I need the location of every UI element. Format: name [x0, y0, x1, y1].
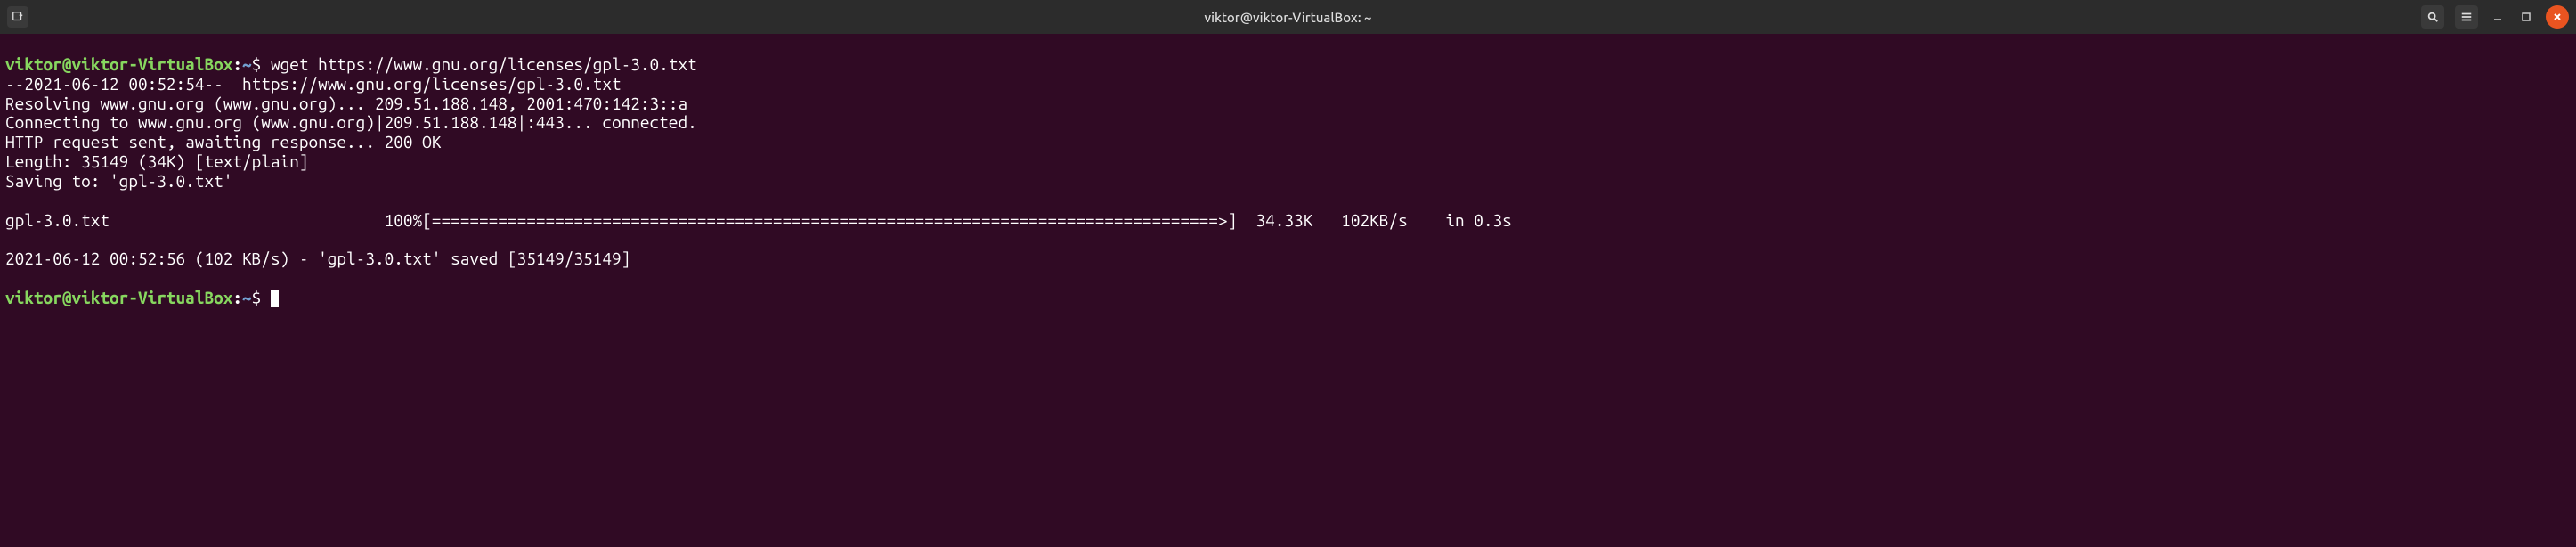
prompt-colon: :	[232, 288, 242, 307]
progress-time: in 0.3s	[1445, 210, 1511, 230]
output-line: Saving to: 'gpl-3.0.txt'	[5, 171, 232, 191]
prompt-symbol: $	[252, 54, 262, 74]
prompt-path: ~	[242, 54, 252, 74]
prompt-user-host: viktor@viktor-VirtualBox	[5, 54, 232, 74]
output-line: HTTP request sent, awaiting response... …	[5, 132, 441, 151]
prompt-colon: :	[232, 54, 242, 74]
search-button[interactable]	[2421, 5, 2444, 29]
prompt-symbol: $	[252, 288, 262, 307]
cursor	[271, 290, 279, 307]
progress-percent: 100%	[385, 210, 423, 230]
progress-file: gpl-3.0.txt	[5, 210, 110, 230]
output-line: Length: 35149 (34K) [text/plain]	[5, 151, 308, 171]
output-line: --2021-06-12 00:52:54-- https://www.gnu.…	[5, 74, 622, 94]
output-line: 2021-06-12 00:52:56 (102 KB/s) - 'gpl-3.…	[5, 249, 630, 268]
progress-speed: 102KB/s	[1341, 210, 1407, 230]
output-line: Resolving www.gnu.org (www.gnu.org)... 2…	[5, 94, 687, 113]
progress-bar: [=======================================…	[422, 210, 1237, 230]
terminal-output[interactable]: viktor@viktor-VirtualBox:~$ wget https:/…	[0, 34, 2576, 310]
progress-size: 34.33K	[1256, 210, 1313, 230]
new-tab-icon[interactable]	[7, 6, 28, 28]
titlebar: viktor@viktor-VirtualBox: ~	[0, 0, 2576, 34]
close-button[interactable]	[2546, 5, 2569, 29]
output-line: Connecting to www.gnu.org (www.gnu.org)|…	[5, 112, 697, 132]
minimize-button[interactable]	[2489, 8, 2507, 26]
command-text: wget https://www.gnu.org/licenses/gpl-3.…	[271, 54, 697, 74]
hamburger-menu-button[interactable]	[2455, 5, 2478, 29]
prompt-user-host: viktor@viktor-VirtualBox	[5, 288, 232, 307]
prompt-path: ~	[242, 288, 252, 307]
window-title: viktor@viktor-VirtualBox: ~	[1205, 10, 1372, 25]
maximize-button[interactable]	[2517, 8, 2535, 26]
